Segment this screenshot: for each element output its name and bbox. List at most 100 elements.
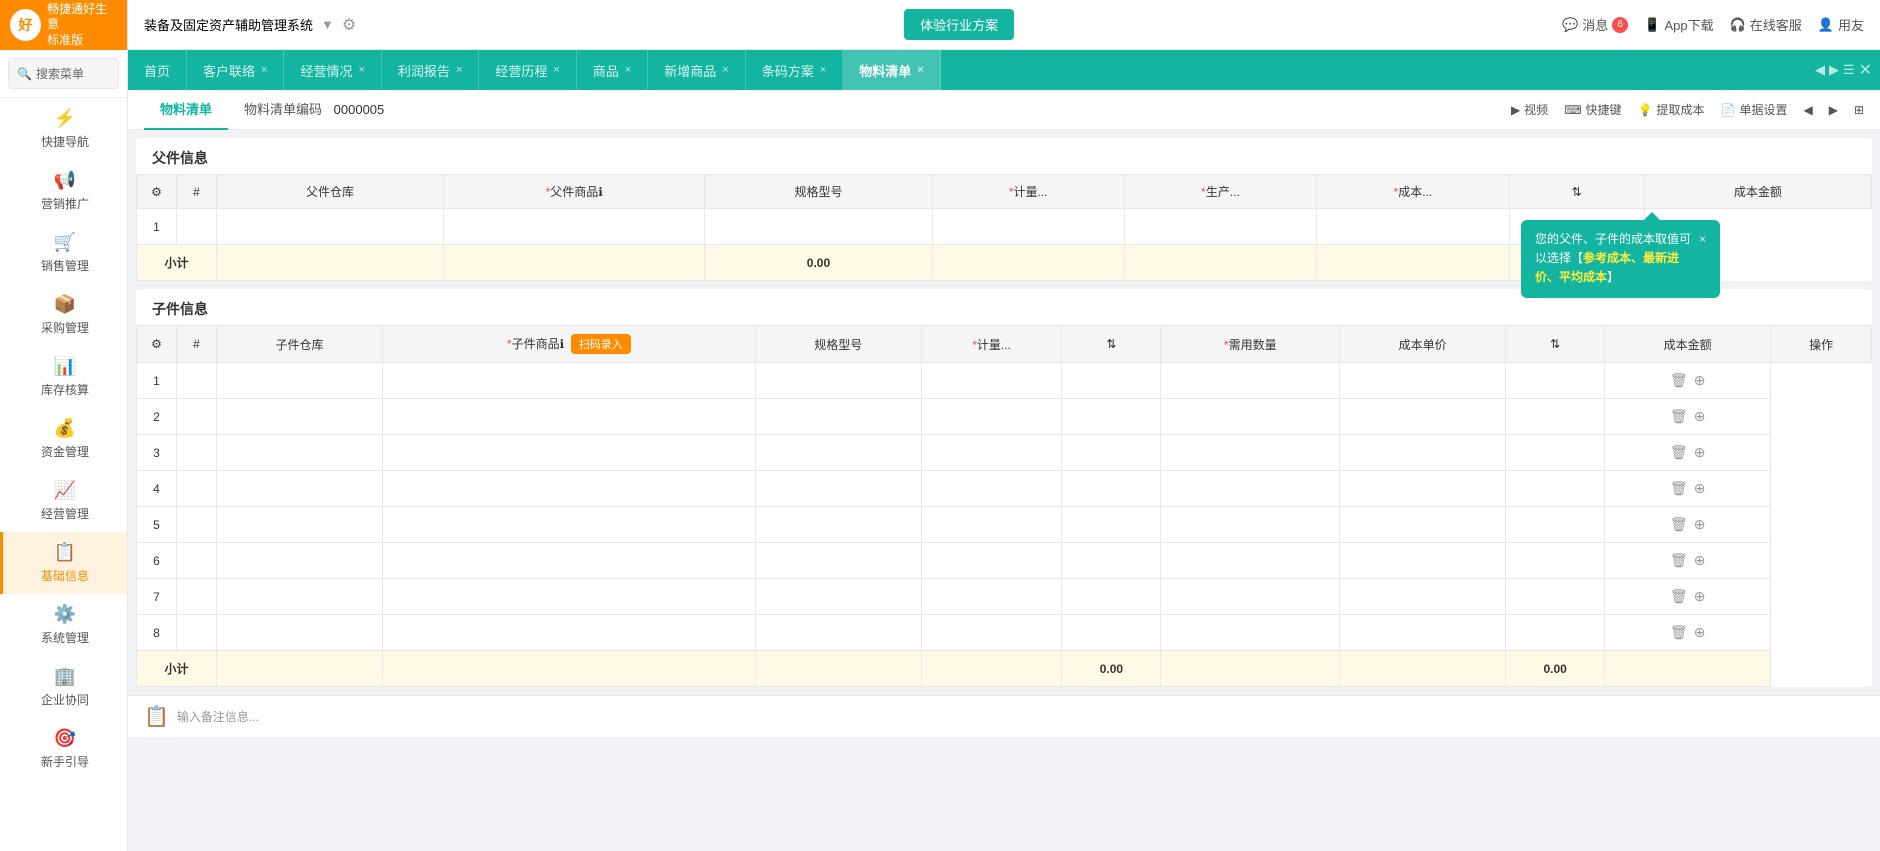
- app-download-item[interactable]: 📱 App下载: [1644, 15, 1713, 34]
- child-row6-quantity[interactable]: [1062, 543, 1161, 579]
- shortcut-action[interactable]: ⌨ 快捷键: [1564, 101, 1621, 118]
- child-row5-unit-cost[interactable]: [1161, 507, 1340, 543]
- tooltip-close-button[interactable]: ×: [1699, 230, 1706, 249]
- child-row7-spec[interactable]: [383, 579, 756, 615]
- child-row7-unit-cost[interactable]: [1161, 579, 1340, 615]
- child-row4-delete-icon[interactable]: 🗑: [1670, 480, 1688, 497]
- child-row5-copy-icon[interactable]: ⊕: [1694, 516, 1706, 533]
- child-row7-goods[interactable]: [217, 579, 383, 615]
- child-row5-quantity[interactable]: [1062, 507, 1161, 543]
- child-row4-warehouse[interactable]: [177, 471, 217, 507]
- child-row8-unit[interactable]: [755, 615, 921, 651]
- tab-profit[interactable]: 利润报告 ×: [382, 50, 479, 90]
- tab-new-goods-close[interactable]: ×: [722, 64, 728, 76]
- child-col-sort2[interactable]: ⇅: [1506, 326, 1605, 363]
- child-row2-delete-icon[interactable]: 🗑: [1670, 408, 1688, 425]
- child-row1-unit[interactable]: [755, 363, 921, 399]
- tab-goods[interactable]: 商品 ×: [577, 50, 648, 90]
- sidebar-item-guide[interactable]: 🎯 新手引导: [0, 718, 127, 780]
- child-row2-copy-icon[interactable]: ⊕: [1694, 408, 1706, 425]
- grid-view-icon[interactable]: ⊞: [1854, 103, 1864, 117]
- tab-bom[interactable]: 物料清单 ×: [843, 50, 940, 90]
- child-row1-quantity[interactable]: [1062, 363, 1161, 399]
- sidebar-item-marketing[interactable]: 📢 营销推广: [0, 160, 127, 222]
- child-row2-quantity[interactable]: [1062, 399, 1161, 435]
- child-row6-delete-icon[interactable]: 🗑: [1670, 552, 1688, 569]
- child-row8-warehouse[interactable]: [177, 615, 217, 651]
- child-row8-unit-cost[interactable]: [1161, 615, 1340, 651]
- parent-col-sort[interactable]: ⇅: [1509, 175, 1644, 209]
- child-row1-copy-icon[interactable]: ⊕: [1694, 372, 1706, 389]
- sidebar-item-operation[interactable]: 📈 经营管理: [0, 470, 127, 532]
- child-row5-spec[interactable]: [383, 507, 756, 543]
- sidebar-item-sales[interactable]: 🛒 销售管理: [0, 222, 127, 284]
- child-row3-delete-icon[interactable]: 🗑: [1670, 444, 1688, 461]
- parent-row1-cost[interactable]: [1124, 209, 1316, 245]
- child-row4-unit-cost[interactable]: [1161, 471, 1340, 507]
- note-placeholder[interactable]: 输入备注信息...: [177, 708, 259, 725]
- tab-barcode[interactable]: 条码方案 ×: [746, 50, 843, 90]
- sidebar-item-basic[interactable]: 📋 基础信息: [0, 532, 127, 594]
- child-row1-unit-cost[interactable]: [1161, 363, 1340, 399]
- child-row2-warehouse[interactable]: [177, 399, 217, 435]
- child-row7-delete-icon[interactable]: 🗑: [1670, 588, 1688, 605]
- tab-home[interactable]: 首页: [128, 50, 187, 90]
- sidebar-item-inventory[interactable]: 📊 库存核算: [0, 346, 127, 408]
- extract-cost-action[interactable]: 💡 提取成本: [1638, 101, 1705, 118]
- tab-close-all[interactable]: ✕: [1859, 60, 1872, 80]
- tab-customer[interactable]: 客户联络 ×: [187, 50, 284, 90]
- child-row2-unit[interactable]: [755, 399, 921, 435]
- child-row7-quantity[interactable]: [1062, 579, 1161, 615]
- child-row5-warehouse[interactable]: [177, 507, 217, 543]
- child-row8-delete-icon[interactable]: 🗑: [1670, 624, 1688, 641]
- child-row2-spec[interactable]: [383, 399, 756, 435]
- tab-profit-close[interactable]: ×: [456, 64, 462, 76]
- child-row6-unit-cost[interactable]: [1161, 543, 1340, 579]
- tab-history-close[interactable]: ×: [553, 64, 559, 76]
- parent-col-settings[interactable]: ⚙: [137, 175, 177, 209]
- child-row3-quantity[interactable]: [1062, 435, 1161, 471]
- child-col-settings[interactable]: ⚙: [137, 326, 177, 363]
- online-service-item[interactable]: 🎧 在线客服: [1730, 15, 1802, 34]
- child-row6-unit[interactable]: [755, 543, 921, 579]
- tab-barcode-close[interactable]: ×: [820, 64, 826, 76]
- tab-goods-close[interactable]: ×: [625, 64, 631, 76]
- child-row4-unit[interactable]: [755, 471, 921, 507]
- message-item[interactable]: 💬 消息 6: [1562, 15, 1628, 34]
- tab-nav-prev[interactable]: ◀: [1815, 62, 1825, 78]
- page-nav-prev[interactable]: ◀: [1803, 103, 1812, 117]
- tab-bom-close[interactable]: ×: [917, 64, 923, 76]
- child-col-sort[interactable]: ⇅: [1062, 326, 1161, 363]
- child-row5-unit[interactable]: [755, 507, 921, 543]
- single-settings-action[interactable]: 📄 单据设置: [1721, 101, 1788, 118]
- child-row1-spec[interactable]: [383, 363, 756, 399]
- parent-row1-goods[interactable]: [217, 209, 444, 245]
- child-row8-quantity[interactable]: [1062, 615, 1161, 651]
- child-row3-unit[interactable]: [755, 435, 921, 471]
- child-row5-delete-icon[interactable]: 🗑: [1670, 516, 1688, 533]
- child-row4-copy-icon[interactable]: ⊕: [1694, 480, 1706, 497]
- sidebar-item-finance[interactable]: 💰 资金管理: [0, 408, 127, 470]
- child-row7-warehouse[interactable]: [177, 579, 217, 615]
- child-row1-goods[interactable]: [217, 363, 383, 399]
- search-menu-button[interactable]: 🔍 搜索菜单: [8, 58, 119, 89]
- tab-new-goods[interactable]: 新增商品 ×: [648, 50, 745, 90]
- child-row6-warehouse[interactable]: [177, 543, 217, 579]
- parent-row1-produce[interactable]: [932, 209, 1124, 245]
- page-nav-next[interactable]: ▶: [1829, 103, 1838, 117]
- experience-button[interactable]: 体验行业方案: [904, 9, 1014, 40]
- child-row8-goods[interactable]: [217, 615, 383, 651]
- child-row1-warehouse[interactable]: [177, 363, 217, 399]
- parent-row1-warehouse[interactable]: [177, 209, 217, 245]
- child-row6-spec[interactable]: [383, 543, 756, 579]
- tab-operation[interactable]: 经营情况 ×: [284, 50, 381, 90]
- sidebar-item-quicknav[interactable]: ⚡ 快捷导航: [0, 98, 127, 160]
- child-row2-unit-cost[interactable]: [1161, 399, 1340, 435]
- child-row3-spec[interactable]: [383, 435, 756, 471]
- child-row6-copy-icon[interactable]: ⊕: [1694, 552, 1706, 569]
- tab-history[interactable]: 经营历程 ×: [479, 50, 576, 90]
- child-row4-goods[interactable]: [217, 471, 383, 507]
- child-row3-warehouse[interactable]: [177, 435, 217, 471]
- sidebar-item-enterprise[interactable]: 🏢 企业协同: [0, 656, 127, 718]
- parent-row1-unit[interactable]: [705, 209, 932, 245]
